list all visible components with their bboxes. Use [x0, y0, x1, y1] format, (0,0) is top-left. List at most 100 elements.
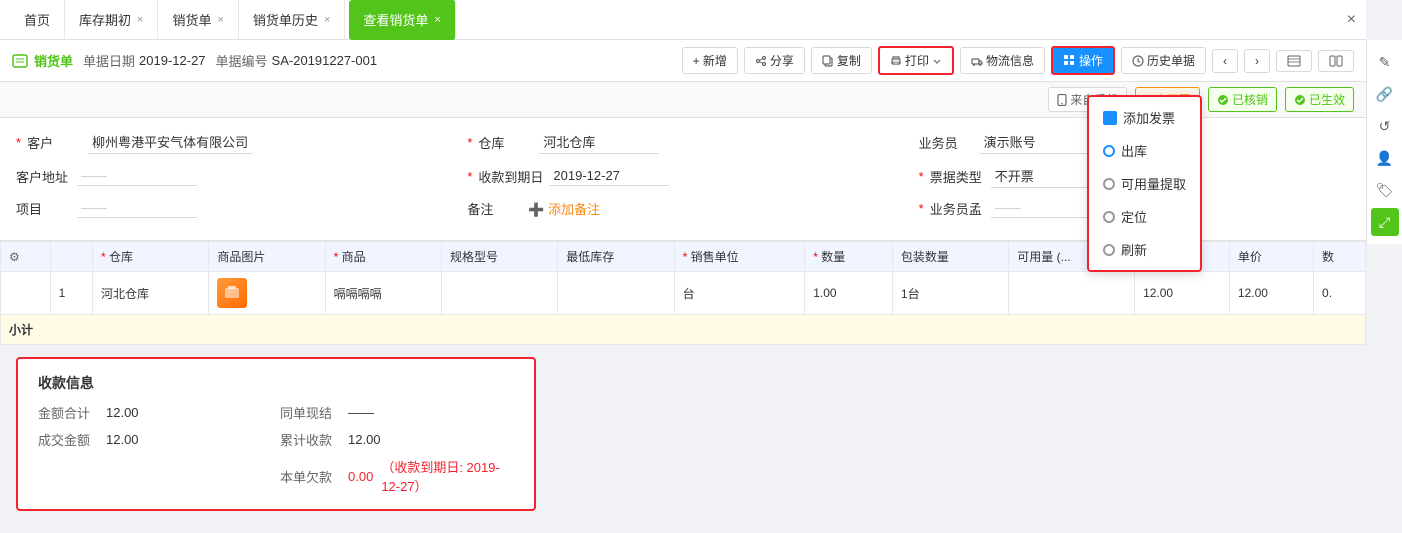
payment-row-amount: 金额合计 12.00	[38, 403, 272, 422]
col-unit-price: 单价	[1229, 242, 1313, 272]
payment-row-due: 本单欠款 0.00 （收款到期日: 2019-12-27）	[280, 457, 514, 495]
add-invoice-icon	[1103, 111, 1117, 125]
toolbar-actions: + 新增 分享 复制 打印 物流信息 操作	[682, 46, 1354, 75]
col-pack-quantity: 包装数量	[892, 242, 1008, 272]
same-settle-value: ——	[348, 405, 374, 420]
tab-sales-close[interactable]: ×	[217, 14, 223, 26]
col-product-img: 商品图片	[209, 242, 325, 272]
cell-unit-price: 12.00	[1229, 272, 1313, 315]
tab-view-sales[interactable]: 查看销货单 ×	[349, 0, 455, 40]
refresh-icon	[1103, 244, 1115, 256]
subtotal-label: 小计	[1, 315, 1366, 345]
col-row-num	[50, 242, 92, 272]
tab-sales-history[interactable]: 销货单历史 ×	[239, 0, 345, 40]
outbound-icon	[1103, 145, 1115, 157]
doc-type-label: 销货单	[12, 51, 73, 70]
dropdown-available-pickup[interactable]: 可用量提取	[1089, 167, 1200, 200]
customer-value[interactable]: 柳州粤港平安气体有限公司	[88, 130, 252, 154]
payment-row-cumulative: 累计收款 12.00	[280, 430, 514, 449]
operation-button[interactable]: 操作	[1051, 46, 1115, 75]
col-amount: 数	[1314, 242, 1366, 272]
table-row: 1 河北仓库 嗝嗝嗝嗝 台 1.00 1台 12.00 12.00	[1, 272, 1366, 315]
doc-date-field: 单据日期 2019-12-27	[83, 51, 206, 70]
cell-product-img	[209, 272, 325, 315]
tab-view-sales-close[interactable]: ×	[434, 14, 440, 26]
dropdown-add-invoice[interactable]: 添加发票	[1089, 101, 1200, 134]
product-image	[217, 278, 247, 308]
cell-pack-quantity: 1台	[892, 272, 1008, 315]
add-note-button[interactable]: ➕ 添加备注	[528, 199, 600, 218]
print-button[interactable]: 打印	[878, 46, 954, 75]
salesperson-value[interactable]: 演示账号	[980, 130, 1100, 154]
sidebar-user-icon[interactable]: 👤	[1371, 144, 1399, 172]
checked-button[interactable]: 已核销	[1208, 87, 1277, 112]
address-field: 客户地址 ——	[16, 166, 447, 186]
tab-sales[interactable]: 销货单 ×	[158, 0, 238, 40]
note-field: 备注 ➕ 添加备注	[467, 199, 898, 218]
payment-grid: 金额合计 12.00 同单现结 —— 成交金额 12.00 累计收款 12.00…	[38, 403, 514, 495]
doc-number-field: 单据编号 SA-20191227-001	[216, 51, 378, 70]
payment-row-same-settle: 同单现结 ——	[280, 403, 514, 422]
payment-date-value[interactable]: 2019-12-27	[549, 166, 669, 186]
locate-icon	[1103, 211, 1115, 223]
cell-warehouse: 河北仓库	[93, 272, 209, 315]
main-toolbar: 销货单 单据日期 2019-12-27 单据编号 SA-20191227-001…	[0, 40, 1366, 82]
tab-inventory[interactable]: 库存期初 ×	[65, 0, 158, 40]
subtotal-row: 小计	[1, 315, 1366, 345]
col-sales-unit: * 销售单位	[674, 242, 805, 272]
cell-product: 嗝嗝嗝嗝	[325, 272, 441, 315]
due-value: 0.00	[348, 469, 373, 484]
operation-dropdown: 添加发票 出库 可用量提取 定位 刷新	[1087, 95, 1202, 272]
dropdown-outbound[interactable]: 出库	[1089, 134, 1200, 167]
tab-bar: 首页 库存期初 × 销货单 × 销货单历史 × 查看销货单 × ×	[0, 0, 1366, 40]
col-settings[interactable]: ⚙	[1, 242, 51, 272]
cell-amount: 0.	[1314, 272, 1366, 315]
nav-prev-button[interactable]: ‹	[1212, 49, 1238, 73]
amount-total-value: 12.00	[106, 405, 139, 420]
tab-inventory-close[interactable]: ×	[137, 14, 143, 26]
share-button[interactable]: 分享	[744, 47, 805, 74]
payment-date-field: * 收款到期日 2019-12-27	[467, 166, 898, 186]
col-min-stock: 最低库存	[558, 242, 674, 272]
right-sidebar: ✎ 🔗 ↺ 👤 🏷 ⤢	[1366, 40, 1402, 244]
cell-spec	[441, 272, 557, 315]
tab-home[interactable]: 首页	[10, 0, 65, 40]
add-button[interactable]: + 新增	[682, 47, 738, 74]
sidebar-edit-icon[interactable]: ✎	[1371, 48, 1399, 76]
project-field: 项目 ——	[16, 198, 447, 218]
view-grid-button[interactable]	[1318, 50, 1354, 72]
dropdown-locate[interactable]: 定位	[1089, 200, 1200, 233]
payment-info-box: 收款信息 金额合计 12.00 同单现结 —— 成交金额 12.00 累计收款 …	[16, 357, 536, 511]
address-value[interactable]: ——	[77, 166, 197, 186]
available-pickup-icon	[1103, 178, 1115, 190]
sidebar-expand-icon[interactable]: ⤢	[1371, 208, 1399, 236]
col-quantity: * 数量	[805, 242, 893, 272]
window-close-button[interactable]: ×	[1347, 11, 1356, 29]
effective-button[interactable]: 已生效	[1285, 87, 1354, 112]
cell-sales-unit: 台	[674, 272, 805, 315]
dropdown-refresh[interactable]: 刷新	[1089, 233, 1200, 266]
copy-button[interactable]: 复制	[811, 47, 872, 74]
cell-row-num: 1	[50, 272, 92, 315]
cell-quantity: 1.00	[805, 272, 893, 315]
due-date: （收款到期日: 2019-12-27）	[381, 457, 514, 495]
payment-info-title: 收款信息	[38, 373, 514, 393]
warehouse-field: * 仓库 河北仓库	[467, 130, 898, 154]
nav-next-button[interactable]: ›	[1244, 49, 1270, 73]
project-value[interactable]: ——	[77, 198, 197, 218]
sidebar-link-icon[interactable]: 🔗	[1371, 80, 1399, 108]
payment-row-deal-amount: 成交金额 12.00	[38, 430, 272, 449]
logistics-button[interactable]: 物流信息	[960, 47, 1045, 74]
col-product: * 商品	[325, 242, 441, 272]
view-list-button[interactable]	[1276, 50, 1312, 72]
history-button[interactable]: 历史单据	[1121, 47, 1206, 74]
customer-field: * 客户 柳州粤港平安气体有限公司	[16, 130, 447, 154]
col-spec: 规格型号	[441, 242, 557, 272]
warehouse-value[interactable]: 河北仓库	[539, 130, 659, 154]
cell-stock: 12.00	[1135, 272, 1230, 315]
sidebar-rotate-icon[interactable]: ↺	[1371, 112, 1399, 140]
sidebar-tag-icon[interactable]: 🏷	[1371, 176, 1399, 204]
col-warehouse: * 仓库	[93, 242, 209, 272]
cell-min-stock	[558, 272, 674, 315]
tab-sales-history-close[interactable]: ×	[324, 14, 330, 26]
